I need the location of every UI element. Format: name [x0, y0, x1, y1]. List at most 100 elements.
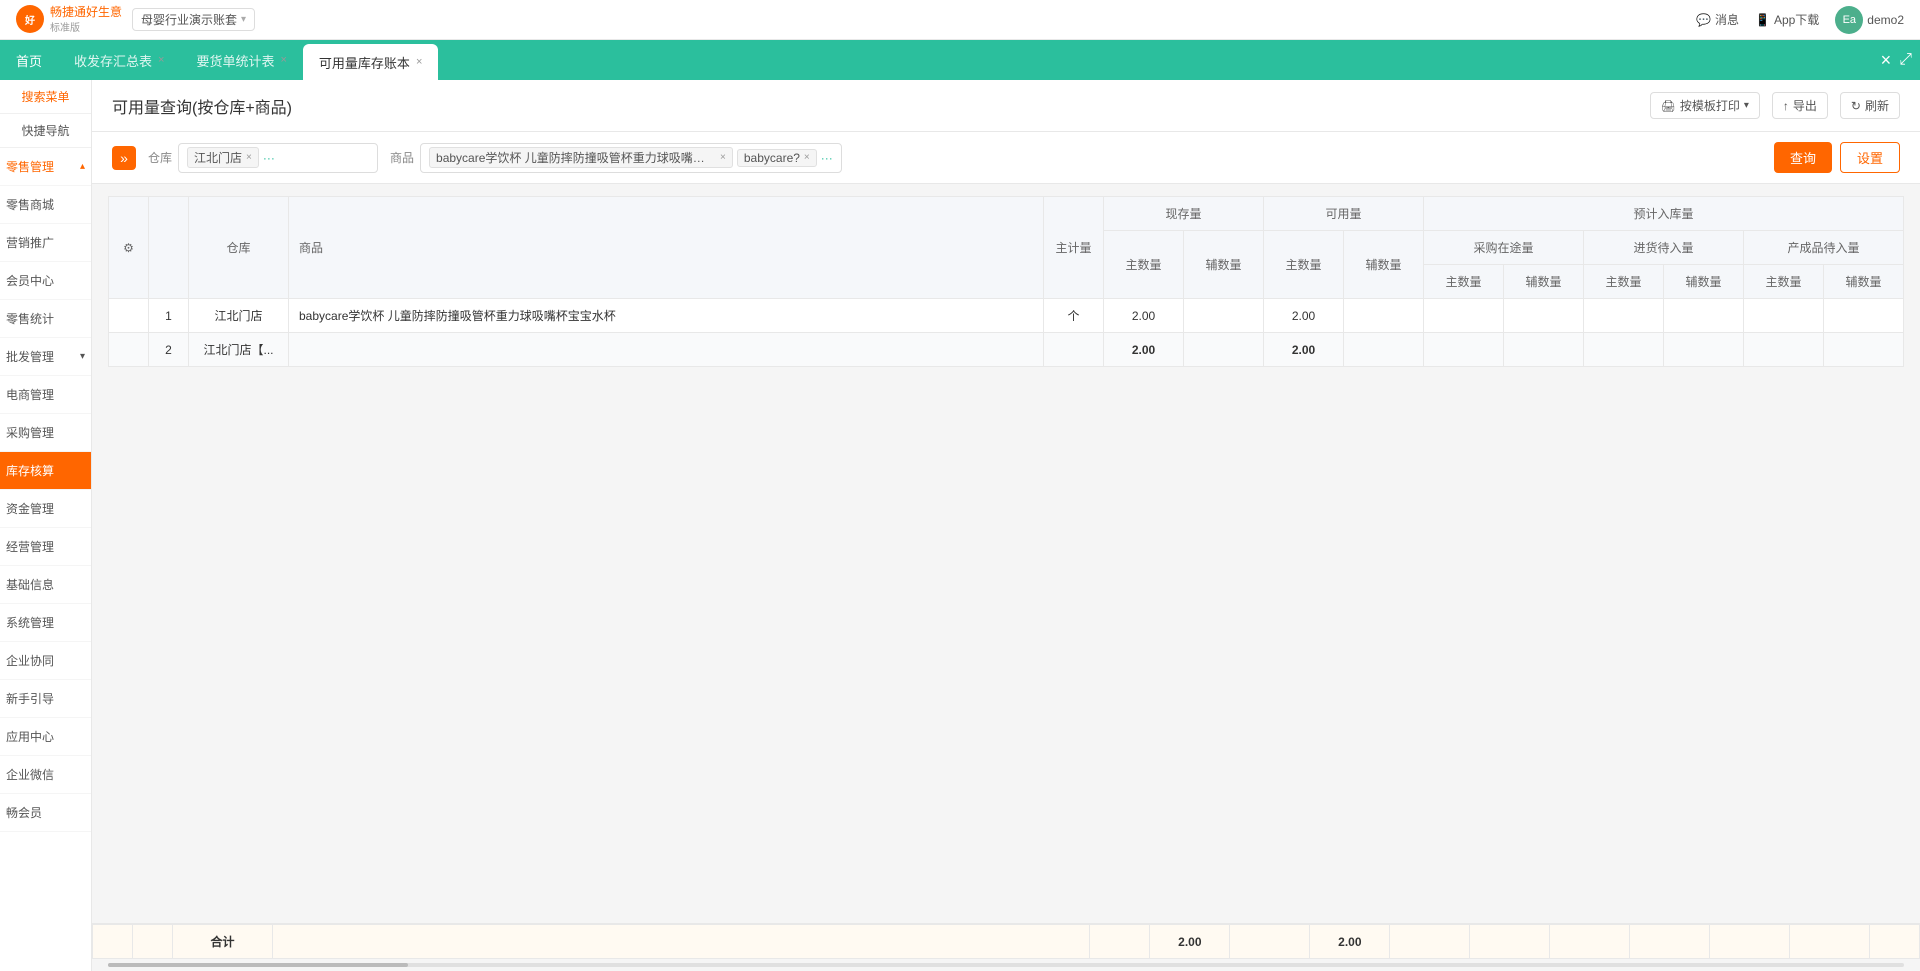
page-header: 可用量查询(按仓库+商品) 🖨 按模板打印 ▾ ↑ 导出 ↻ 刷新 — [92, 80, 1920, 132]
warehouse-tag-close[interactable]: × — [246, 152, 252, 163]
filter-toggle-button[interactable]: » — [112, 146, 136, 170]
row-1-ppending-aux — [1664, 299, 1744, 333]
product-tag-text-0: babycare学饮杯 儿童防摔防撞吸管杯重力球吸嘴杯宝宝水杯 — [436, 149, 716, 166]
tab-receivable[interactable]: 收发存汇总表 × — [58, 40, 180, 80]
tab-home-label: 首页 — [16, 51, 42, 70]
template-print-button[interactable]: 🖨 按模板打印 ▾ — [1650, 92, 1760, 119]
footer-prod-main — [1790, 925, 1870, 959]
horizontal-scrollbar[interactable] — [92, 959, 1920, 971]
scroll-thumb[interactable] — [108, 963, 408, 967]
scroll-track — [108, 963, 1904, 967]
message-icon: 💬 — [1696, 13, 1711, 27]
chevron-down-icon: ▾ — [241, 14, 246, 25]
sidebar-label-purchase-mgmt: 采购管理 — [6, 424, 54, 441]
page-title: 可用量查询(按仓库+商品) — [112, 94, 292, 118]
sidebar-item-app-center[interactable]: 应用中心 — [0, 718, 91, 756]
th-main-unit: 主计量 — [1044, 197, 1104, 299]
sidebar-item-enterprise-collab[interactable]: 企业协同 — [0, 642, 91, 680]
export-icon: ↑ — [1783, 99, 1789, 113]
double-right-icon: » — [120, 150, 128, 166]
page-actions: 🖨 按模板打印 ▾ ↑ 导出 ↻ 刷新 — [1650, 92, 1900, 119]
sidebar-item-marketing[interactable]: 营销推广 — [0, 224, 91, 262]
footer-row: 合计 2.00 2.00 — [93, 925, 1920, 959]
settings-button[interactable]: 设置 — [1840, 142, 1900, 173]
th-gear[interactable]: ⚙ — [109, 197, 149, 299]
product-more-icon[interactable]: ··· — [821, 151, 833, 165]
sidebar-label-retail-stats: 零售统计 — [6, 310, 54, 327]
sidebar-label-enterprise-wechat: 企业微信 — [6, 766, 54, 783]
sidebar-item-wholesale-mgmt[interactable]: 批发管理 ▾ — [0, 338, 91, 376]
product-tag-0-close[interactable]: × — [720, 152, 726, 163]
tab-home[interactable]: 首页 — [0, 40, 58, 80]
close-all-tabs-button[interactable]: × — [1881, 50, 1892, 71]
warehouse-tag: 江北门店 × — [187, 147, 259, 168]
sidebar-item-purchase-mgmt[interactable]: 采购管理 — [0, 414, 91, 452]
table-row: 2 江北门店【... 2.00 2.00 — [109, 333, 1904, 367]
sidebar-label-member: 畅会员 — [6, 804, 42, 821]
sidebar-item-retail-mall[interactable]: 零售商城 — [0, 186, 91, 224]
footer-label-cell: 合计 — [173, 925, 273, 959]
footer-current-main-qty: 2.00 — [1150, 925, 1230, 959]
sidebar-item-operations[interactable]: 经营管理 — [0, 528, 91, 566]
sidebar-label-wholesale-mgmt: 批发管理 — [6, 348, 54, 365]
sidebar-item-new-guide[interactable]: 新手引导 — [0, 680, 91, 718]
sidebar-item-ecommerce[interactable]: 电商管理 — [0, 376, 91, 414]
sidebar-item-enterprise-wechat[interactable]: 企业微信 — [0, 756, 91, 794]
brand-info: 畅捷通好生意 标准版 — [50, 5, 122, 34]
sidebar-item-member[interactable]: 畅会员 — [0, 794, 91, 832]
message-button[interactable]: 💬 消息 — [1696, 11, 1739, 28]
th-available-main-qty: 主数量 — [1264, 231, 1344, 299]
footer-seq-cell — [133, 925, 173, 959]
tab-available-stock-close[interactable]: × — [416, 56, 422, 68]
filter-actions: 查询 设置 — [1774, 142, 1900, 173]
product-tag-1-close[interactable]: × — [804, 152, 810, 163]
row-2-gear — [109, 333, 149, 367]
maximize-button[interactable]: ⤢ — [1899, 51, 1912, 69]
app-download-button[interactable]: 📱 App下载 — [1755, 11, 1819, 28]
tab-order-stats[interactable]: 要货单统计表 × — [180, 40, 302, 80]
th-current-aux-qty: 辅数量 — [1184, 231, 1264, 299]
product-tag-container[interactable]: babycare学饮杯 儿童防摔防撞吸管杯重力球吸嘴杯宝宝水杯 × babyca… — [420, 143, 842, 173]
footer-total-bar: 合计 2.00 2.00 — [92, 923, 1920, 971]
row-1-ponway-main — [1424, 299, 1504, 333]
sidebar-item-member-center[interactable]: 会员中心 — [0, 262, 91, 300]
th-products-pending-main: 主数量 — [1744, 265, 1824, 299]
tab-order-stats-close[interactable]: × — [280, 54, 286, 66]
sidebar-item-stock-check[interactable]: 库存核算 — [0, 452, 91, 490]
th-product: 商品 — [289, 197, 1044, 299]
tab-bar-end: × ⤢ — [1881, 40, 1920, 80]
row-2-unit — [1044, 333, 1104, 367]
user-area[interactable]: Ea demo2 — [1835, 6, 1904, 34]
product-tag-1: babycare? × — [737, 149, 817, 167]
tab-available-stock[interactable]: 可用量库存账本 × — [303, 44, 438, 80]
sidebar-item-finance[interactable]: 资金管理 — [0, 490, 91, 528]
sidebar-item-retail-stats[interactable]: 零售统计 — [0, 300, 91, 338]
footer-pp-aux — [1710, 925, 1790, 959]
row-2-product — [289, 333, 1044, 367]
product-filter-label: 商品 — [390, 149, 414, 166]
sidebar-item-retail-mgmt[interactable]: 零售管理 ▴ — [0, 148, 91, 186]
main-layout: 搜索菜单 快捷导航 零售管理 ▴ 零售商城 营销推广 会员中心 零售统计 批发管… — [0, 80, 1920, 971]
export-button[interactable]: ↑ 导出 — [1772, 92, 1828, 119]
query-button[interactable]: 查询 — [1774, 142, 1832, 173]
row-2-ppending-aux — [1664, 333, 1744, 367]
brand-text: 畅捷通好生意 — [50, 5, 122, 19]
sidebar-label-new-guide: 新手引导 — [6, 690, 54, 707]
sidebar-search[interactable]: 搜索菜单 — [0, 80, 91, 114]
warehouse-tag-container[interactable]: 江北门店 × ··· — [178, 143, 378, 173]
sidebar-item-system-mgmt[interactable]: 系统管理 — [0, 604, 91, 642]
sidebar-label-enterprise-collab: 企业协同 — [6, 652, 54, 669]
th-purchase-onway-group: 采购在途量 — [1424, 231, 1584, 265]
footer-available-main-qty: 2.00 — [1310, 925, 1390, 959]
sidebar-label-marketing: 营销推广 — [6, 234, 54, 251]
chevron-down-icon: ▾ — [80, 351, 85, 362]
sidebar-quick-nav[interactable]: 快捷导航 — [0, 114, 91, 148]
warehouse-more-icon[interactable]: ··· — [263, 151, 275, 165]
sidebar-item-basic-info[interactable]: 基础信息 — [0, 566, 91, 604]
product-filter-group: 商品 babycare学饮杯 儿童防摔防撞吸管杯重力球吸嘴杯宝宝水杯 × bab… — [390, 143, 842, 173]
store-selector[interactable]: 母婴行业演示账套 ▾ — [132, 8, 255, 31]
tab-receivable-close[interactable]: × — [158, 54, 164, 66]
chevron-down-icon: ▾ — [1744, 100, 1749, 111]
refresh-button[interactable]: ↻ 刷新 — [1840, 92, 1900, 119]
product-tag-0: babycare学饮杯 儿童防摔防撞吸管杯重力球吸嘴杯宝宝水杯 × — [429, 147, 733, 168]
